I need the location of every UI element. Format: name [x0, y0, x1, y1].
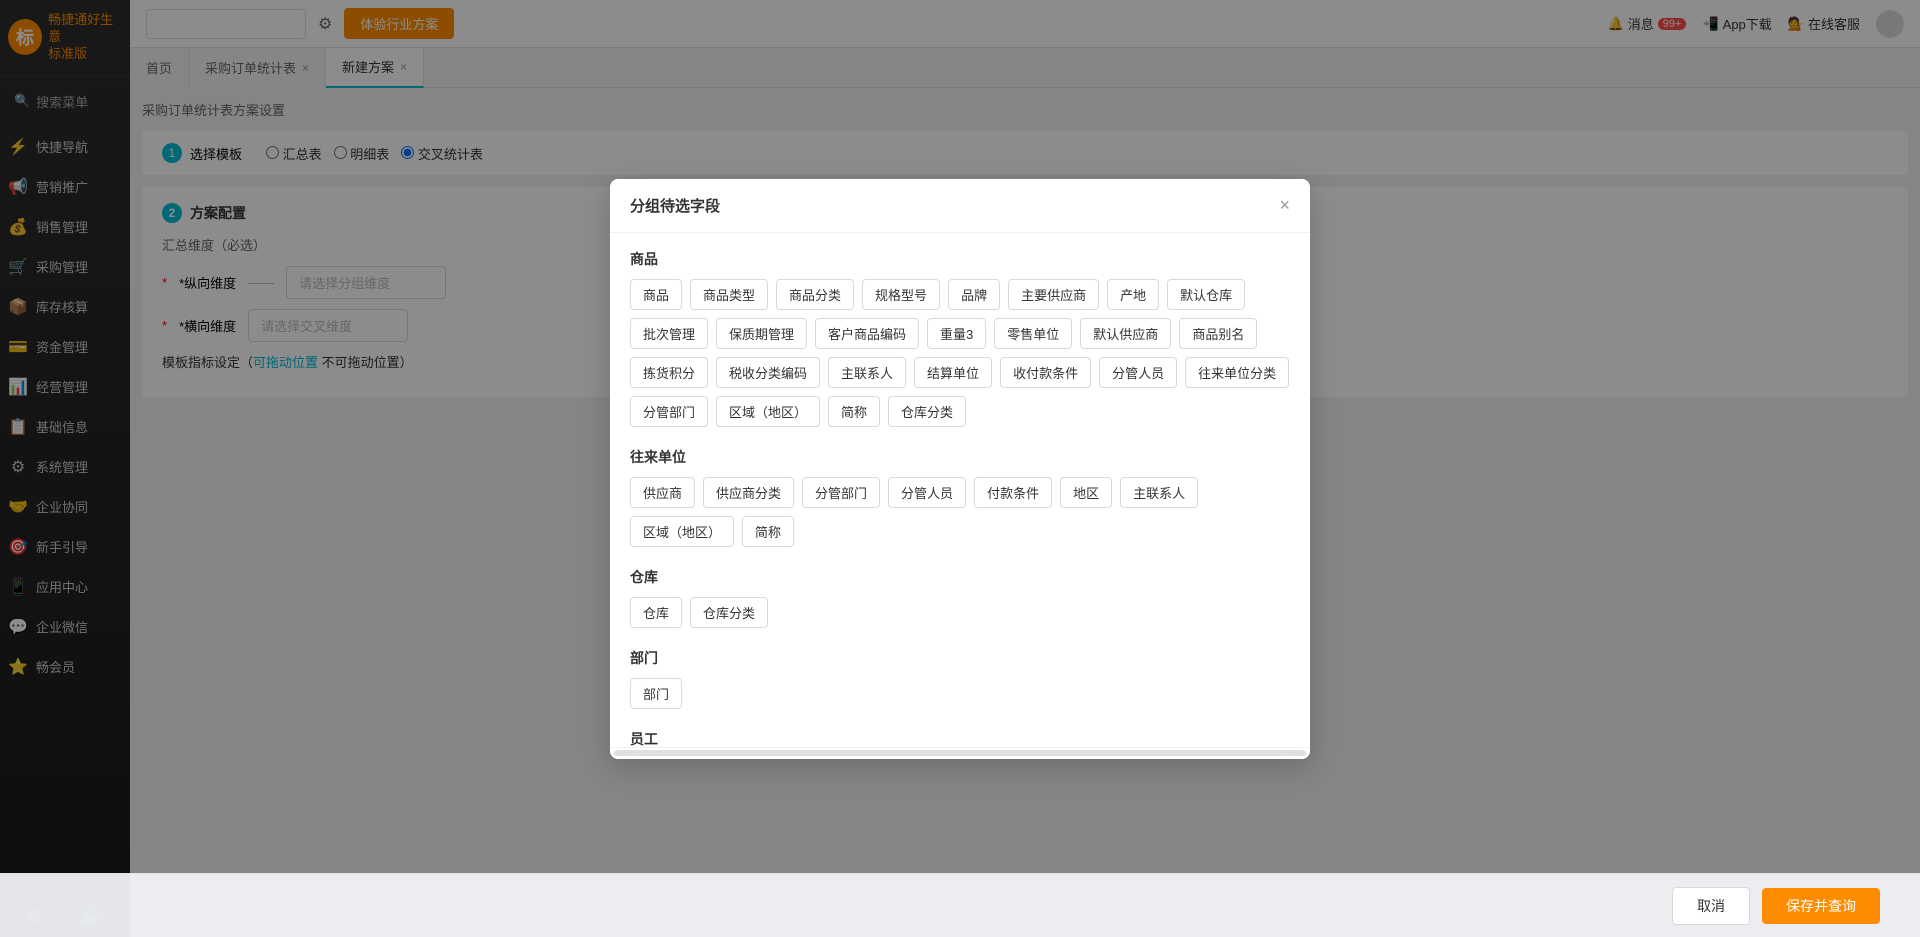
field-group-dept: 部门 部门 [630, 648, 1290, 709]
field-tag-origin[interactable]: 产地 [1107, 279, 1159, 310]
field-tag-quality-mgmt[interactable]: 保质期管理 [716, 318, 807, 349]
cancel-button[interactable]: 取消 [1672, 887, 1750, 925]
dialog-body: 商品 商品 商品类型 商品分类 规格型号 品牌 主要供应商 产地 默认仓库 批次… [610, 233, 1310, 747]
field-tag-region-place[interactable]: 区域（地区） [716, 396, 820, 427]
save-button[interactable]: 保存并查询 [1762, 888, 1880, 924]
field-tag-region2[interactable]: 地区 [1060, 477, 1112, 508]
field-group-partner: 往来单位 供应商 供应商分类 分管部门 分管人员 付款条件 地区 主联系人 区域… [630, 447, 1290, 547]
field-tag-payment-cond[interactable]: 付款条件 [974, 477, 1052, 508]
field-tag-default-supplier[interactable]: 默认供应商 [1080, 318, 1171, 349]
field-tag-contact[interactable]: 主联系人 [828, 357, 906, 388]
field-tag-source-unit-cat[interactable]: 往来单位分类 [1185, 357, 1289, 388]
field-tag-abbr2[interactable]: 简称 [742, 516, 794, 547]
product-tags: 商品 商品类型 商品分类 规格型号 品牌 主要供应商 产地 默认仓库 批次管理 … [630, 279, 1290, 427]
field-tag-warehouse-cat[interactable]: 仓库分类 [888, 396, 966, 427]
field-tag-tax-code[interactable]: 税收分类编码 [716, 357, 820, 388]
field-tag-supplier[interactable]: 供应商 [630, 477, 695, 508]
field-group-staff: 员工 业务员 [630, 729, 1290, 747]
field-tag-warehouse[interactable]: 仓库 [630, 597, 682, 628]
field-tag-settle-unit[interactable]: 结算单位 [914, 357, 992, 388]
dialog-hscrollbar[interactable] [610, 747, 1310, 759]
field-tag-product[interactable]: 商品 [630, 279, 682, 310]
field-tag-mgmt-dept[interactable]: 分管部门 [630, 396, 708, 427]
field-tag-mgmt-dept2[interactable]: 分管部门 [802, 477, 880, 508]
dept-tags: 部门 [630, 678, 1290, 709]
warehouse-tags: 仓库 仓库分类 [630, 597, 1290, 628]
field-tag-product-category[interactable]: 商品分类 [776, 279, 854, 310]
field-tag-weight3[interactable]: 重量3 [927, 318, 986, 349]
group-staff-title: 员工 [630, 729, 1290, 747]
group-partner-title: 往来单位 [630, 447, 1290, 467]
field-tag-main-supplier[interactable]: 主要供应商 [1008, 279, 1099, 310]
dialog-title: 分组待选字段 [630, 195, 720, 216]
field-tag-retail-unit[interactable]: 零售单位 [994, 318, 1072, 349]
field-tag-dept[interactable]: 部门 [630, 678, 682, 709]
field-tag-supplier-cat[interactable]: 供应商分类 [703, 477, 794, 508]
page-footer: 取消 保存并查询 [0, 873, 1920, 937]
field-select-dialog: 分组待选字段 × 商品 商品 商品类型 商品分类 规格型号 品牌 主要供应商 产… [610, 179, 1310, 759]
group-dept-title: 部门 [630, 648, 1290, 668]
field-group-warehouse: 仓库 仓库 仓库分类 [630, 567, 1290, 628]
group-warehouse-title: 仓库 [630, 567, 1290, 587]
field-tag-mgmt-person[interactable]: 分管人员 [888, 477, 966, 508]
dialog-header: 分组待选字段 × [610, 179, 1310, 233]
partner-tags: 供应商 供应商分类 分管部门 分管人员 付款条件 地区 主联系人 区域（地区） … [630, 477, 1290, 547]
field-tag-abbr[interactable]: 简称 [828, 396, 880, 427]
field-tag-product-alias[interactable]: 商品别名 [1179, 318, 1257, 349]
field-tag-region-area[interactable]: 区域（地区） [630, 516, 734, 547]
field-tag-pick-points[interactable]: 拣货积分 [630, 357, 708, 388]
field-tag-payment-terms[interactable]: 收付款条件 [1000, 357, 1091, 388]
field-tag-product-type[interactable]: 商品类型 [690, 279, 768, 310]
field-tag-main-contact[interactable]: 主联系人 [1120, 477, 1198, 508]
field-tag-default-warehouse[interactable]: 默认仓库 [1167, 279, 1245, 310]
field-tag-brand[interactable]: 品牌 [948, 279, 1000, 310]
field-tag-customer-code[interactable]: 客户商品编码 [815, 318, 919, 349]
field-tag-spec-type[interactable]: 规格型号 [862, 279, 940, 310]
dialog-close-button[interactable]: × [1279, 196, 1290, 214]
field-group-product: 商品 商品 商品类型 商品分类 规格型号 品牌 主要供应商 产地 默认仓库 批次… [630, 249, 1290, 427]
field-tag-batch-mgmt[interactable]: 批次管理 [630, 318, 708, 349]
group-product-title: 商品 [630, 249, 1290, 269]
field-tag-warehouse-category[interactable]: 仓库分类 [690, 597, 768, 628]
field-tag-manager[interactable]: 分管人员 [1099, 357, 1177, 388]
